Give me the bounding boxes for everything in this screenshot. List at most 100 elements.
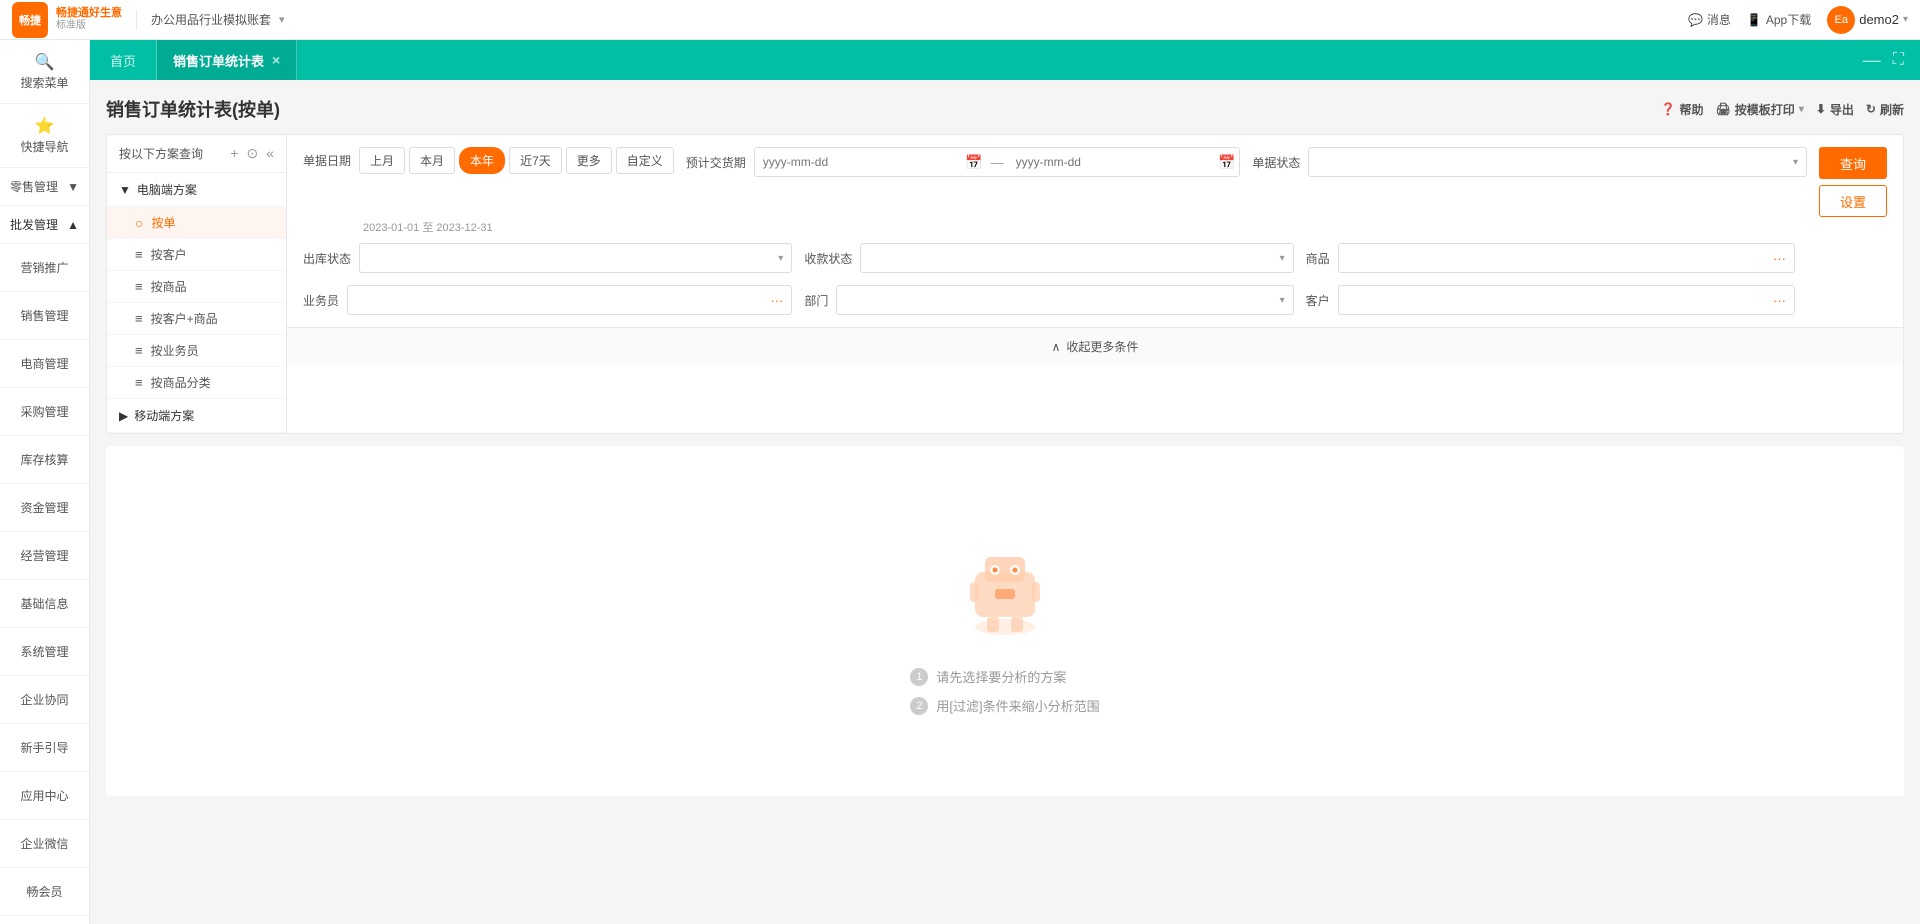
sidebar-item-basic[interactable]: 基础信息: [0, 580, 89, 628]
title-dropdown-icon[interactable]: ▾: [279, 13, 285, 26]
active-tab-label: 销售订单统计表: [173, 51, 264, 70]
help-btn[interactable]: ❓ 帮助: [1661, 101, 1704, 118]
sidebar-item-member[interactable]: 畅会员: [0, 868, 89, 916]
salesperson-field: 业务员 ···: [303, 285, 792, 315]
sidebar-item-inventory[interactable]: 库存核算: [0, 436, 89, 484]
sidebar-item-operation[interactable]: 经营管理: [0, 532, 89, 580]
bill-status-select[interactable]: ▾: [1308, 147, 1807, 177]
department-select[interactable]: ▾: [836, 285, 1293, 315]
filter-row-2: 出库状态 ▾ 收款状态 ▾: [287, 243, 1903, 285]
sidebar-item-enterprise[interactable]: 企业协同: [0, 676, 89, 724]
sidebar-item-apps[interactable]: 应用中心: [0, 772, 89, 820]
shortcut-this-month[interactable]: 本月: [409, 147, 455, 174]
scheme-item-by-salesperson[interactable]: ≡ 按业务员: [107, 335, 286, 367]
user-profile[interactable]: Ea demo2 ▾: [1827, 6, 1908, 34]
scheme-item-by-goods-label: 按商品: [151, 278, 187, 295]
export-icon: ⬇: [1816, 102, 1826, 116]
topbar-actions: 💬 消息 📱 App下载 Ea demo2 ▾: [1688, 6, 1908, 34]
sidebar-item-marketing[interactable]: 营销推广: [0, 244, 89, 292]
scheme-item-by-order-label: 按单: [151, 214, 175, 231]
scheme-item-by-order[interactable]: ○ 按单: [107, 207, 286, 239]
empty-illustration: [945, 527, 1065, 647]
query-button[interactable]: 查询: [1819, 147, 1887, 179]
payment-dropdown-icon: ▾: [1280, 253, 1285, 264]
print-dropdown-icon: ▾: [1799, 104, 1804, 115]
payment-status-select[interactable]: ▾: [860, 243, 1293, 273]
customer-select[interactable]: ···: [1338, 285, 1795, 315]
refresh-btn[interactable]: ↻ 刷新: [1866, 101, 1904, 118]
shortcut-more[interactable]: 更多: [566, 147, 612, 174]
tab-home[interactable]: 首页: [90, 40, 157, 80]
app-subtitle: 畅捷通好生意: [56, 7, 122, 20]
scheme-item-by-category-label: 按商品分类: [151, 374, 211, 391]
page-title: 销售订单统计表(按单): [106, 96, 280, 122]
tip-text-2: 用[过滤]条件来缩小分析范围: [936, 696, 1099, 715]
user-name: demo2: [1859, 12, 1899, 27]
sidebar-item-system[interactable]: 系统管理: [0, 628, 89, 676]
sidebar-item-finance[interactable]: 资金管理: [0, 484, 89, 532]
forecast-start-input[interactable]: [755, 155, 961, 169]
scheme-add-icon[interactable]: +: [230, 145, 238, 162]
download-icon: 📱: [1747, 13, 1762, 27]
template-print-btn[interactable]: 🖨 按模板打印 ▾: [1716, 101, 1804, 118]
sidebar-item-guide[interactable]: 新手引导: [0, 724, 89, 772]
scheme-header-icons: + ⊙ «: [230, 145, 274, 162]
scheme-item-by-salesperson-label: 按业务员: [151, 342, 199, 359]
ship-status-select[interactable]: ▾: [359, 243, 792, 273]
tip-text-1: 请先选择要分析的方案: [936, 667, 1066, 686]
export-btn[interactable]: ⬇ 导出: [1816, 101, 1854, 118]
app-download-btn[interactable]: 📱 App下载: [1747, 11, 1811, 28]
content-area: 首页 销售订单统计表 × — ⛶ 销售订单统计表(按单) ❓ 帮助: [90, 40, 1920, 924]
scheme-group-mobile-header[interactable]: ▶ 移动端方案: [107, 399, 286, 433]
sidebar-item-wechat[interactable]: 企业微信: [0, 820, 89, 868]
sidebar-item-wholesale[interactable]: 批发管理 ▲: [0, 206, 89, 244]
sidebar-item-ecommerce[interactable]: 电商管理: [0, 340, 89, 388]
settings-button[interactable]: 设置: [1819, 185, 1887, 217]
shortcut-this-year[interactable]: 本年: [459, 147, 505, 174]
customer-label: 客户: [1306, 292, 1330, 309]
forecast-cal-start-icon[interactable]: 📅: [961, 154, 986, 171]
app-logo: 畅捷: [12, 2, 48, 38]
sidebar-item-quick-nav[interactable]: ⭐ 快捷导航: [0, 104, 89, 168]
window-min-btn[interactable]: —: [1863, 50, 1881, 71]
sidebar: 🔍 搜索菜单 ⭐ 快捷导航 零售管理 ▼ 批发管理 ▲ 营销推广 销售管理 电商…: [0, 40, 90, 924]
forecast-cal-end-icon[interactable]: 📅: [1214, 154, 1239, 171]
collapse-label: 收起更多条件: [1066, 338, 1138, 355]
message-btn[interactable]: 💬 消息: [1688, 11, 1731, 28]
salesperson-select[interactable]: ···: [347, 285, 792, 315]
scheme-group-pc-header[interactable]: ▼ 电脑端方案: [107, 173, 286, 207]
logo-text: 畅捷: [19, 12, 41, 28]
scheme-item-by-goods[interactable]: ≡ 按商品: [107, 271, 286, 303]
scheme-item-by-custgoods-label: 按客户+商品: [151, 310, 218, 327]
scheme-edit-icon[interactable]: ⊙: [246, 145, 258, 162]
scheme-item-active-icon: ○: [135, 215, 143, 231]
sidebar-item-sales[interactable]: 销售管理: [0, 292, 89, 340]
collapse-bar[interactable]: ∧ 收起更多条件: [287, 327, 1903, 365]
scheme-collapse-icon[interactable]: «: [266, 145, 274, 162]
ship-status-field: 出库状态 ▾: [303, 243, 792, 273]
sidebar-label-guide: 新手引导: [20, 739, 68, 756]
empty-tips: 1 请先选择要分析的方案 2 用[过滤]条件来缩小分析范围: [910, 667, 1099, 715]
empty-tip-2: 2 用[过滤]条件来缩小分析范围: [910, 696, 1099, 715]
sidebar-item-purchase[interactable]: 采购管理: [0, 388, 89, 436]
sidebar-label-purchase: 采购管理: [20, 403, 68, 420]
goods-select[interactable]: ···: [1338, 243, 1795, 273]
scheme-item-by-customer[interactable]: ≡ 按客户: [107, 239, 286, 271]
ship-dropdown-icon: ▾: [778, 253, 783, 264]
tab-close-icon[interactable]: ×: [272, 52, 280, 68]
shortcut-7days[interactable]: 近7天: [509, 147, 562, 174]
tab-active[interactable]: 销售订单统计表 ×: [157, 40, 297, 80]
sidebar-item-retail[interactable]: 零售管理 ▼: [0, 168, 89, 206]
shortcut-last-month[interactable]: 上月: [359, 147, 405, 174]
scheme-item-by-category[interactable]: ≡ 按商品分类: [107, 367, 286, 399]
sidebar-label-operation: 经营管理: [20, 547, 68, 564]
customer-ellipsis-icon: ···: [1773, 293, 1786, 308]
forecast-end-input[interactable]: [1008, 155, 1214, 169]
sidebar-label-apps: 应用中心: [20, 787, 68, 804]
scheme-item-by-customer-goods[interactable]: ≡ 按客户+商品: [107, 303, 286, 335]
window-max-btn[interactable]: ⛶: [1893, 51, 1904, 69]
tip-num-2: 2: [910, 697, 928, 715]
scheme-item-cat-icon: ≡: [135, 375, 143, 390]
sidebar-item-search[interactable]: 🔍 搜索菜单: [0, 40, 89, 104]
shortcut-custom[interactable]: 自定义: [616, 147, 674, 174]
